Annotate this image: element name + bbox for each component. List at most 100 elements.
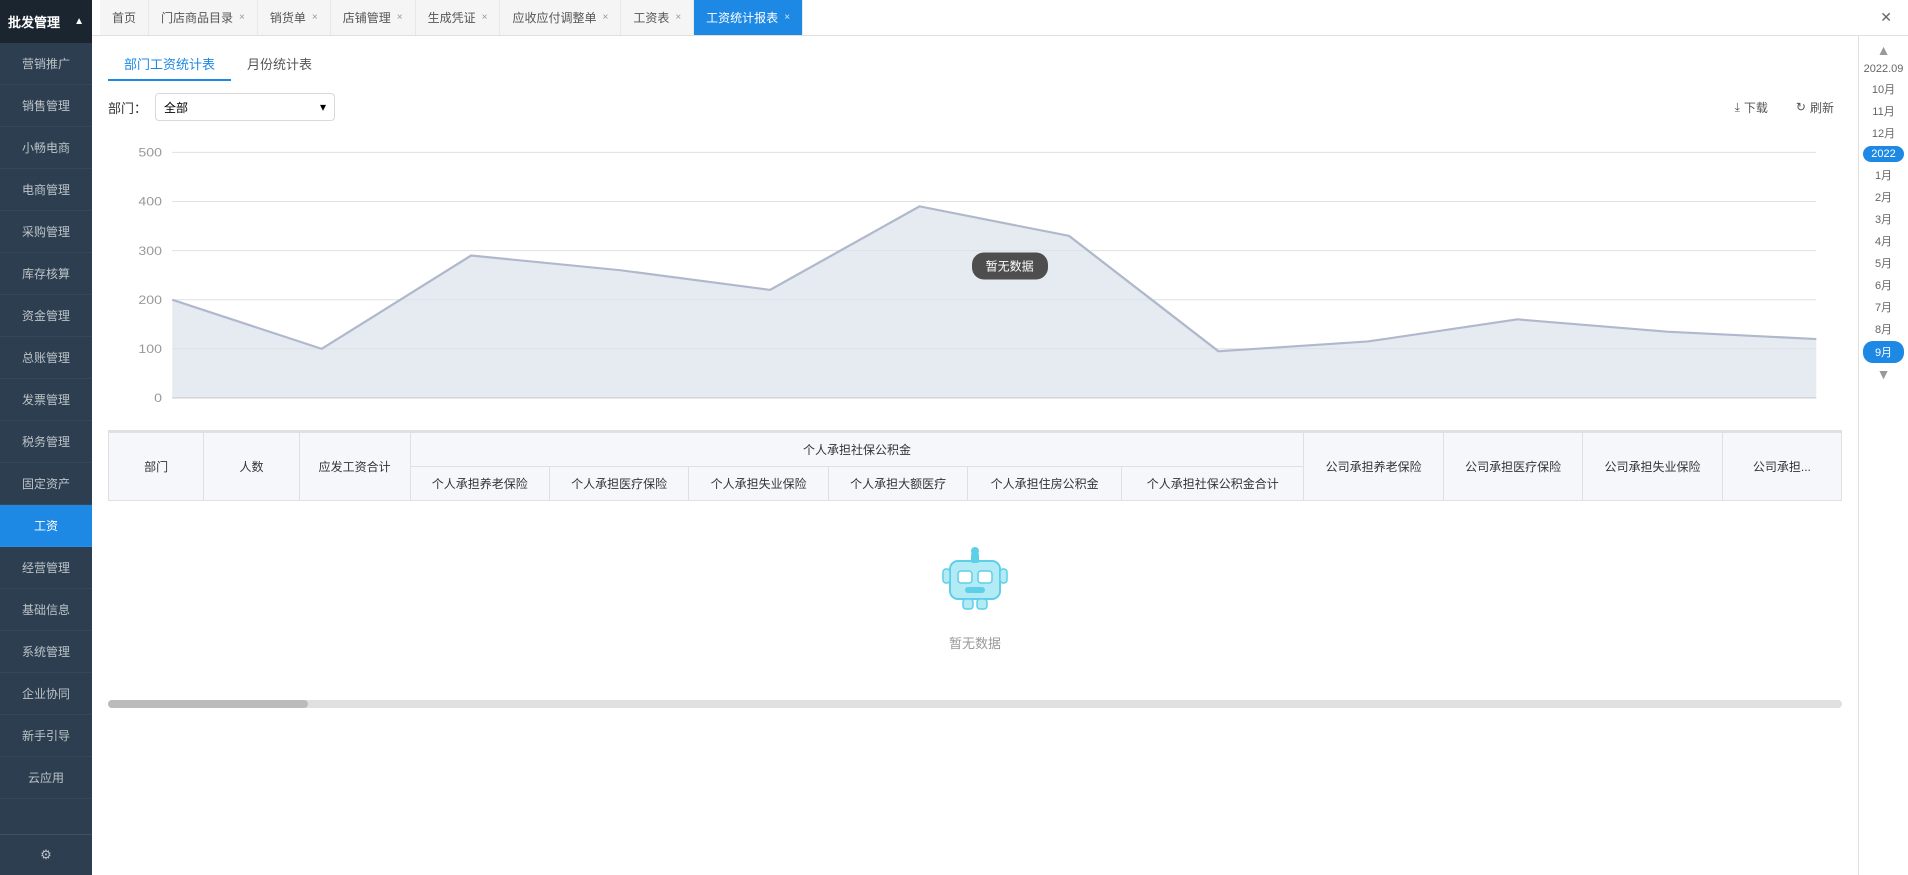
chevron-down-icon: ▾ xyxy=(320,100,326,114)
timeline-month-1月[interactable]: 1月 xyxy=(1859,164,1908,186)
svg-text:400: 400 xyxy=(138,195,162,209)
tab-label-voucher: 生成凭证 xyxy=(428,9,476,26)
timeline-year-badge[interactable]: 2022 xyxy=(1863,146,1903,162)
timeline-nav-up[interactable]: ▲ xyxy=(1875,40,1893,60)
svg-text:500: 500 xyxy=(138,146,162,160)
tab-store[interactable]: 店铺管理 × xyxy=(331,0,416,35)
scroll-bar[interactable] xyxy=(108,700,1842,708)
col-personal-个人承担住房公积金: 个人承担住房公积金 xyxy=(968,467,1122,501)
tab-voucher[interactable]: 生成凭证 × xyxy=(416,0,501,35)
sidebar-header[interactable]: 批发管理 ▲ xyxy=(0,0,92,43)
sidebar-item-guide[interactable]: 新手引导 xyxy=(0,715,92,757)
timeline-month-6月[interactable]: 6月 xyxy=(1859,274,1908,296)
sidebar-item-app[interactable]: 云应用 xyxy=(0,757,92,799)
sidebar-item-basic[interactable]: 基础信息 xyxy=(0,589,92,631)
col-personal-个人承担大额医疗: 个人承担大额医疗 xyxy=(828,467,967,501)
tab-close-report[interactable]: × xyxy=(784,13,790,23)
sidebar-item-tax[interactable]: 税务管理 xyxy=(0,421,92,463)
col-company-公司承担养老保险: 公司承担养老保险 xyxy=(1304,433,1443,501)
sidebar-item-asset[interactable]: 固定资产 xyxy=(0,463,92,505)
download-button[interactable]: ⤓ 下载 xyxy=(1727,95,1776,120)
data-table: 部门人数应发工资合计个人承担社保公积金公司承担养老保险公司承担医疗保险公司承担失… xyxy=(108,432,1842,501)
svg-text:200: 200 xyxy=(138,293,162,307)
empty-robot-icon xyxy=(935,541,1015,621)
timeline-month-current[interactable]: 9月 xyxy=(1863,341,1904,363)
sidebar-item-mini[interactable]: 小畅电商 xyxy=(0,127,92,169)
scroll-bar-container[interactable] xyxy=(108,692,1842,716)
timeline-panel: ▲2022.0910月11月12月 2022 1月2月3月4月5月6月7月8月9月▼ xyxy=(1858,36,1908,875)
tab-label-home: 首页 xyxy=(112,9,136,26)
timeline-month-3月[interactable]: 3月 xyxy=(1859,208,1908,230)
sub-tab-dept[interactable]: 部门工资统计表 xyxy=(108,48,231,81)
empty-text: 暂无数据 xyxy=(949,633,1001,652)
tab-catalog[interactable]: 门店商品目录× xyxy=(149,0,258,35)
refresh-label: 刷新 xyxy=(1810,99,1834,116)
tab-label-payroll: 工资表 xyxy=(633,9,669,26)
timeline-month-2月[interactable]: 2月 xyxy=(1859,186,1908,208)
sidebar-item-ecom[interactable]: 电商管理 xyxy=(0,169,92,211)
col-应发工资合计: 应发工资合计 xyxy=(299,433,410,501)
tab-close-store[interactable]: × xyxy=(397,13,403,23)
sidebar-item-corp[interactable]: 企业协同 xyxy=(0,673,92,715)
dept-select[interactable]: 全部 ▾ xyxy=(155,93,335,121)
sidebar-item-sales[interactable]: 销售管理 xyxy=(0,85,92,127)
sidebar-item-sys[interactable]: 系统管理 xyxy=(0,631,92,673)
sidebar-item-purchase[interactable]: 采购管理 xyxy=(0,211,92,253)
timeline-month-10月[interactable]: 10月 xyxy=(1859,78,1908,100)
tab-sales-order[interactable]: 销货单 × xyxy=(258,0,331,35)
col-部门: 部门 xyxy=(109,433,204,501)
gear-icon: ⚙ xyxy=(40,847,52,862)
tab-close-catalog[interactable]: × xyxy=(239,13,245,23)
col-company-公司承担...: 公司承担... xyxy=(1722,433,1841,501)
toolbar-left: 部门： 全部 ▾ xyxy=(108,93,335,121)
toolbar: 部门： 全部 ▾ ⤓ 下载 ↻ 刷新 xyxy=(108,93,1842,121)
tab-bar: 首页门店商品目录×销货单×店铺管理×生成凭证×应收应付调整单×工资表×工资统计报… xyxy=(92,0,1908,36)
download-label: 下载 xyxy=(1744,99,1768,116)
col-personal-个人承担医疗保险: 个人承担医疗保险 xyxy=(549,467,688,501)
sidebar-item-ops[interactable]: 经营管理 xyxy=(0,547,92,589)
col-company-公司承担失业保险: 公司承担失业保险 xyxy=(1583,433,1722,501)
refresh-icon: ↻ xyxy=(1796,100,1806,114)
page: 部门工资统计表月份统计表 部门： 全部 ▾ ⤓ 下载 ↻ xyxy=(92,36,1858,875)
sidebar-title: 批发管理 xyxy=(8,12,60,31)
main-area: 首页门店商品目录×销货单×店铺管理×生成凭证×应收应付调整单×工资表×工资统计报… xyxy=(92,0,1908,875)
tab-label-store: 店铺管理 xyxy=(343,9,391,26)
timeline-year-header: 2022.09 xyxy=(1860,60,1908,78)
scroll-thumb[interactable] xyxy=(108,700,308,708)
empty-state: 暂无数据 xyxy=(108,501,1842,692)
svg-text:300: 300 xyxy=(138,244,162,258)
tab-home[interactable]: 首页 xyxy=(100,0,149,35)
timeline-month-4月[interactable]: 4月 xyxy=(1859,230,1908,252)
sidebar-item-invoice[interactable]: 发票管理 xyxy=(0,379,92,421)
tab-close-receivable[interactable]: × xyxy=(602,13,608,23)
timeline-month-5月[interactable]: 5月 xyxy=(1859,252,1908,274)
sidebar-item-inventory[interactable]: 库存核算 xyxy=(0,253,92,295)
timeline-month-8月[interactable]: 8月 xyxy=(1859,318,1908,340)
tab-close-sales-order[interactable]: × xyxy=(312,13,318,23)
tab-receivable[interactable]: 应收应付调整单 × xyxy=(500,0,621,35)
timeline-month-7月[interactable]: 7月 xyxy=(1859,296,1908,318)
tab-label-receivable: 应收应付调整单 xyxy=(512,9,596,26)
sidebar-item-finance[interactable]: 资金管理 xyxy=(0,295,92,337)
table-area[interactable]: 部门人数应发工资合计个人承担社保公积金公司承担养老保险公司承担医疗保险公司承担失… xyxy=(108,431,1842,863)
tab-close-voucher[interactable]: × xyxy=(482,13,488,23)
timeline-nav-down[interactable]: ▼ xyxy=(1875,364,1893,384)
sidebar-item-wage[interactable]: 工资 xyxy=(0,505,92,547)
close-all-tabs-button[interactable]: ✕ xyxy=(1872,9,1900,26)
timeline-month-11月[interactable]: 11月 xyxy=(1859,100,1908,122)
download-icon: ⤓ xyxy=(1735,100,1740,115)
tab-report[interactable]: 工资统计报表 × xyxy=(694,0,803,35)
tab-label-sales-order: 销货单 xyxy=(270,9,306,26)
sidebar-item-marketing[interactable]: 营销推广 xyxy=(0,43,92,85)
sidebar-settings-button[interactable]: ⚙ xyxy=(0,834,92,875)
tab-payroll[interactable]: 工资表 × xyxy=(621,0,694,35)
sub-tab-month[interactable]: 月份统计表 xyxy=(231,48,328,81)
sidebar-item-ledger[interactable]: 总账管理 xyxy=(0,337,92,379)
dept-label: 部门： xyxy=(108,98,147,117)
timeline-month-12月[interactable]: 12月 xyxy=(1859,122,1908,144)
tab-close-payroll[interactable]: × xyxy=(675,13,681,23)
tab-label-report: 工资统计报表 xyxy=(706,9,778,26)
refresh-button[interactable]: ↻ 刷新 xyxy=(1788,95,1842,120)
col-company-公司承担医疗保险: 公司承担医疗保险 xyxy=(1443,433,1582,501)
col-group-personal: 个人承担社保公积金 xyxy=(410,433,1304,467)
